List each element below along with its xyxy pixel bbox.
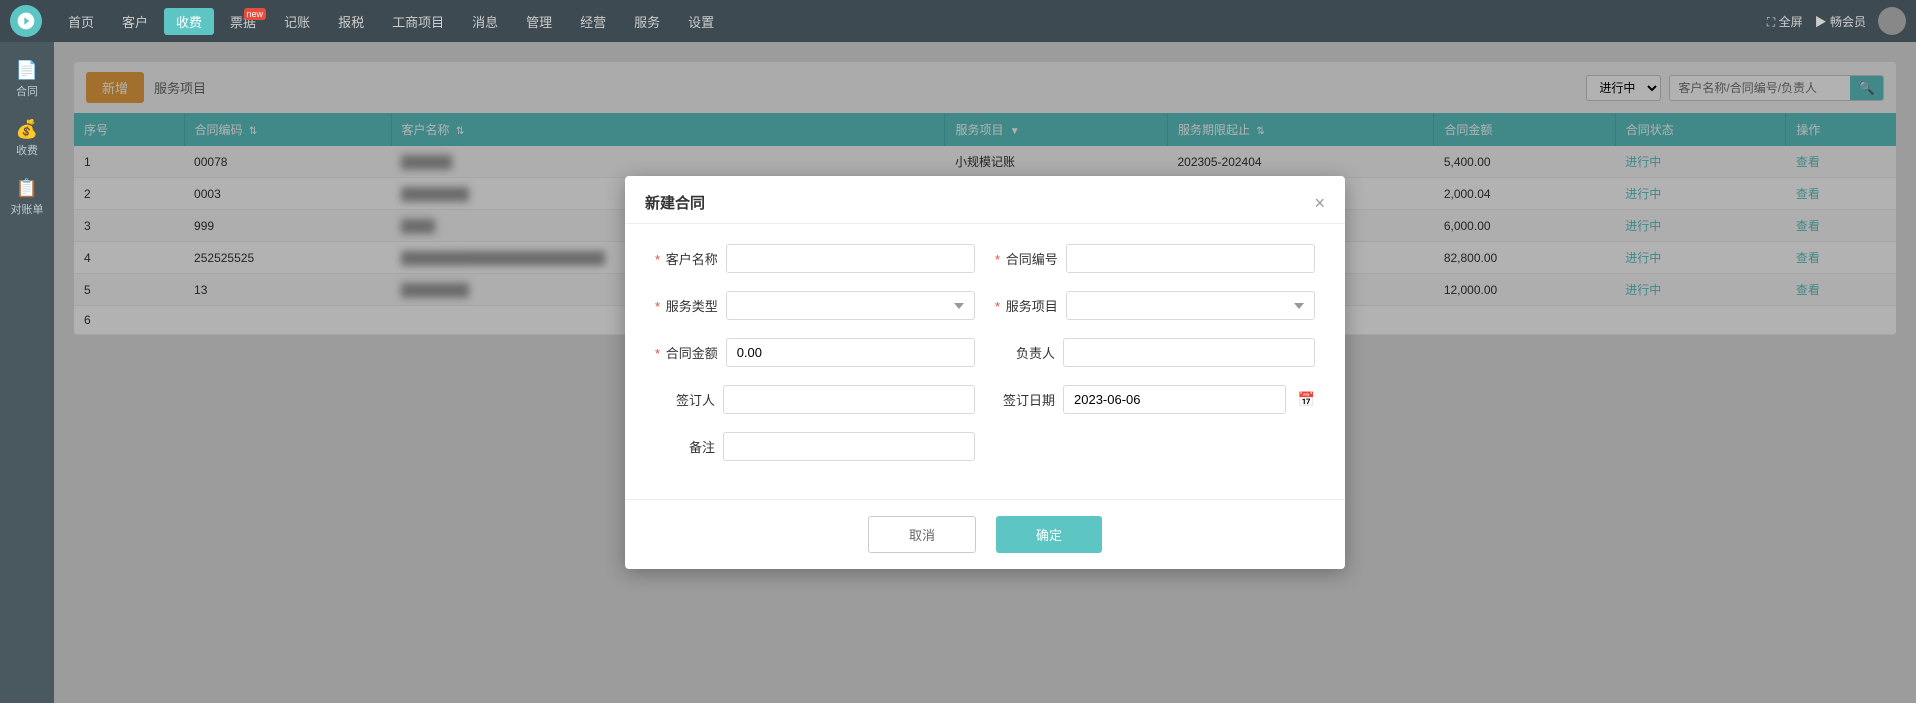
modal-title: 新建合同 [645, 192, 705, 213]
required-star-5: * [655, 346, 660, 361]
modal-close-button[interactable]: × [1314, 194, 1325, 212]
person-in-charge-label: 负责人 [995, 343, 1055, 362]
nav-business[interactable]: 工商项目 [380, 8, 456, 35]
nav-bookkeeping[interactable]: 记账 [272, 8, 322, 35]
user-avatar[interactable] [1878, 7, 1906, 35]
form-row-4: 签订人 签订日期 📅 [655, 385, 1315, 414]
nav-right-area: ⛶ 全屏 ▶ 畅会员 [1767, 7, 1906, 35]
nav-customer[interactable]: 客户 [110, 8, 160, 35]
form-row-3: * 合同金额 负责人 [655, 338, 1315, 367]
sidebar-item-contract[interactable]: 📄 合同 [0, 52, 54, 107]
contract-icon: 📄 [16, 60, 38, 81]
fee-icon: 💰 [16, 119, 38, 140]
new-contract-modal: 新建合同 × * 客户名称 [625, 176, 1345, 569]
sidebar-label-fee: 收费 [16, 142, 38, 158]
nav-invoice[interactable]: 票据 new [218, 8, 268, 35]
required-star-4: * [995, 299, 1000, 314]
new-badge: new [244, 8, 267, 20]
field-remark: 备注 [655, 432, 975, 461]
modal-body: * 客户名称 * 合同编号 [625, 224, 1345, 499]
modal-header: 新建合同 × [625, 176, 1345, 224]
sidebar-label-reconciliation: 对账单 [11, 201, 44, 217]
field-contract-number: * 合同编号 [995, 244, 1315, 273]
top-navigation: 首页 客户 收费 票据 new 记账 报税 工商项目 消息 管理 经营 服务 设… [0, 0, 1916, 42]
modal-overlay: 新建合同 × * 客户名称 [54, 42, 1916, 703]
nav-home[interactable]: 首页 [56, 8, 106, 35]
nav-message[interactable]: 消息 [460, 8, 510, 35]
sign-date-label: 签订日期 [995, 390, 1055, 409]
nav-fee[interactable]: 收费 [164, 8, 214, 35]
modal-footer: 取消 确定 [625, 499, 1345, 569]
contract-number-input[interactable] [1066, 244, 1315, 273]
field-signer: 签订人 [655, 385, 975, 414]
remark-input[interactable] [723, 432, 975, 461]
service-type-label: * 服务类型 [655, 296, 718, 315]
confirm-button[interactable]: 确定 [996, 516, 1102, 553]
nav-tax[interactable]: 报税 [326, 8, 376, 35]
sign-date-input[interactable] [1063, 385, 1286, 414]
nav-operation[interactable]: 经营 [568, 8, 618, 35]
field-customer-name: * 客户名称 [655, 244, 975, 273]
contract-amount-input[interactable] [726, 338, 975, 367]
main-layout: 📄 合同 💰 收费 📋 对账单 新增 服务项目 进行中 已完成 已终止 [0, 42, 1916, 703]
sidebar-item-fee[interactable]: 💰 收费 [0, 111, 54, 166]
fullscreen-button[interactable]: ⛶ 全屏 [1767, 13, 1803, 30]
contract-number-label: * 合同编号 [995, 249, 1058, 268]
reconciliation-icon: 📋 [16, 178, 38, 199]
field-sign-date: 签订日期 📅 [995, 385, 1315, 414]
sidebar: 📄 合同 💰 收费 📋 对账单 [0, 42, 54, 703]
signer-label: 签订人 [655, 390, 715, 409]
field-contract-amount: * 合同金额 [655, 338, 975, 367]
field-service-type: * 服务类型 [655, 291, 975, 320]
customer-name-label: * 客户名称 [655, 249, 718, 268]
field-service-item: * 服务项目 [995, 291, 1315, 320]
form-row-5: 备注 [655, 432, 1315, 461]
member-button[interactable]: ▶ 畅会员 [1815, 13, 1866, 30]
required-star-3: * [655, 299, 660, 314]
app-logo [10, 5, 42, 37]
calendar-icon[interactable]: 📅 [1298, 391, 1315, 408]
nav-service[interactable]: 服务 [622, 8, 672, 35]
service-item-label-modal: * 服务项目 [995, 296, 1058, 315]
nav-settings[interactable]: 设置 [676, 8, 726, 35]
form-row-1: * 客户名称 * 合同编号 [655, 244, 1315, 273]
sidebar-item-reconciliation[interactable]: 📋 对账单 [0, 170, 54, 225]
person-in-charge-input[interactable] [1063, 338, 1315, 367]
field-person-in-charge: 负责人 [995, 338, 1315, 367]
cancel-button[interactable]: 取消 [868, 516, 976, 553]
service-item-select[interactable] [1066, 291, 1315, 320]
required-star: * [655, 252, 660, 267]
sidebar-label-contract: 合同 [16, 83, 38, 99]
customer-name-input[interactable] [726, 244, 975, 273]
form-row-2: * 服务类型 * 服务项目 [655, 291, 1315, 320]
required-star-2: * [995, 252, 1000, 267]
remark-label: 备注 [655, 437, 715, 456]
contract-amount-label: * 合同金额 [655, 343, 718, 362]
service-type-select[interactable] [726, 291, 975, 320]
content-area: 新增 服务项目 进行中 已完成 已终止 🔍 [54, 42, 1916, 703]
signer-input[interactable] [723, 385, 975, 414]
nav-manage[interactable]: 管理 [514, 8, 564, 35]
